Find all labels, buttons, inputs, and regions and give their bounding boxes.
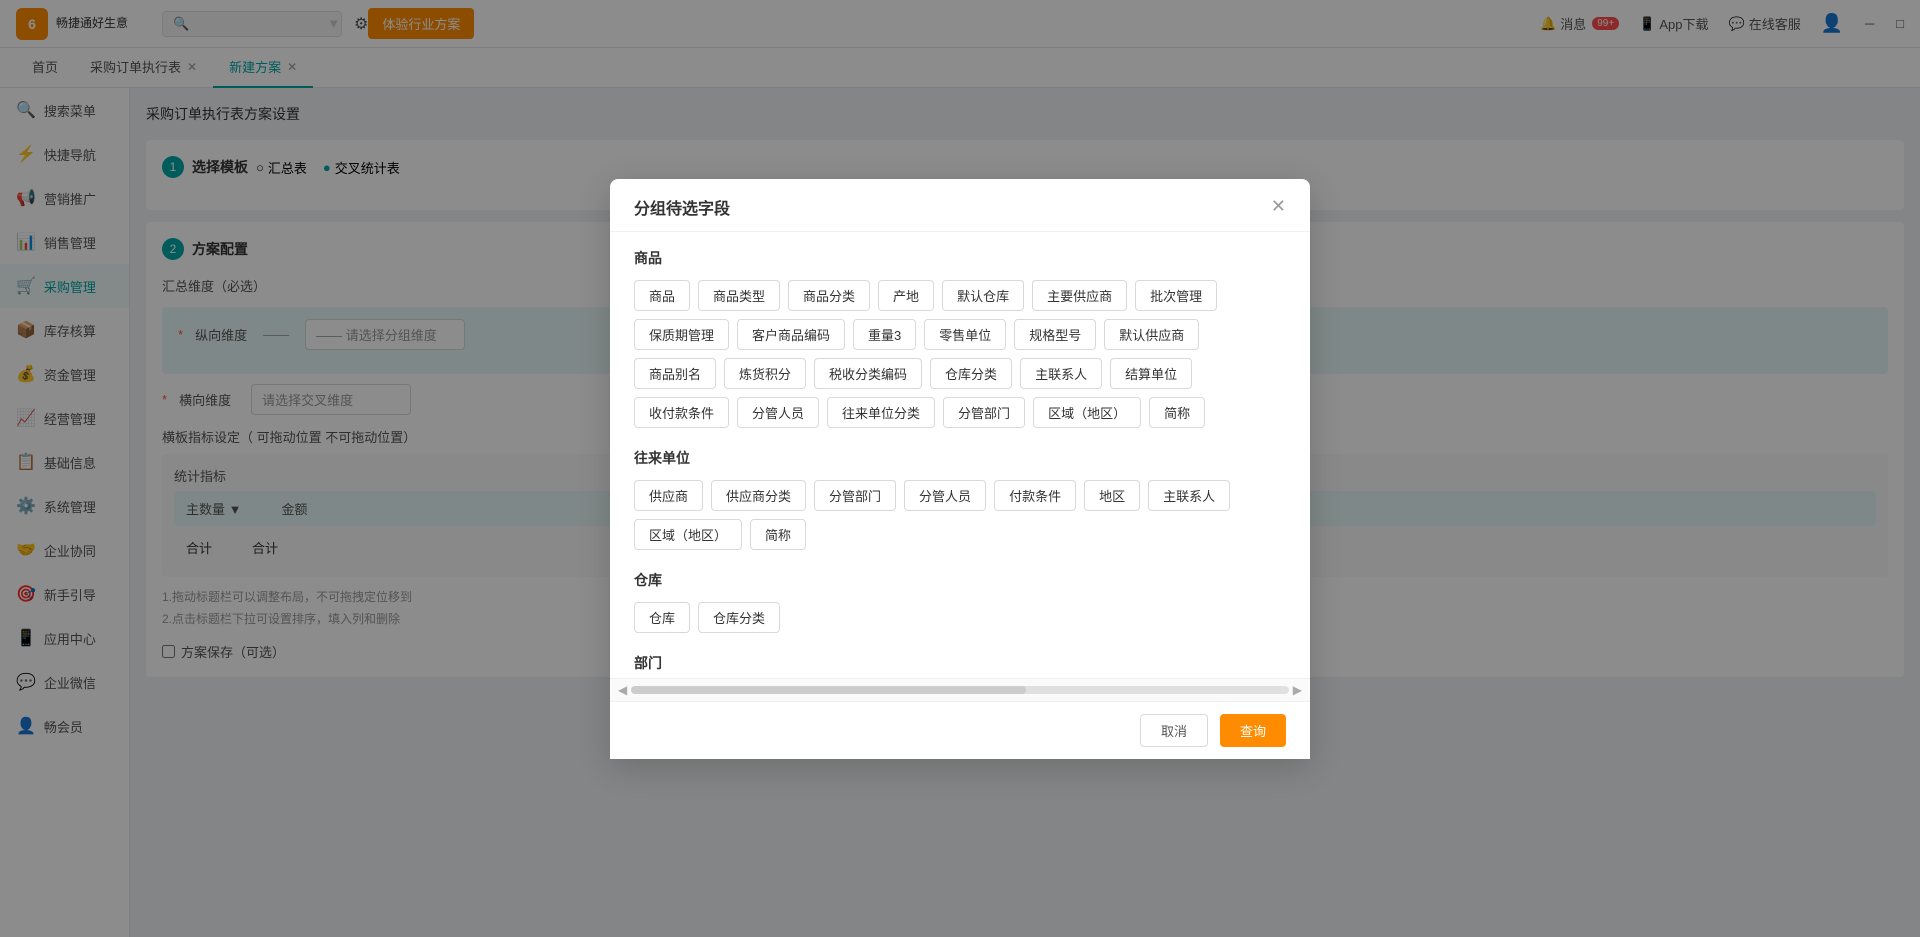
- field-tag[interactable]: 简称: [750, 519, 806, 550]
- field-tag[interactable]: 零售单位: [924, 319, 1006, 350]
- modal-header: 分组待选字段 ✕: [610, 179, 1310, 232]
- field-tag[interactable]: 商品分类: [788, 280, 870, 311]
- modal-hscrollbar[interactable]: ◀ ▶: [610, 678, 1310, 701]
- field-tag[interactable]: 仓库分类: [930, 358, 1012, 389]
- field-tag[interactable]: 分管部门: [943, 397, 1025, 428]
- group-title-goods: 商品: [634, 248, 1286, 268]
- field-tag[interactable]: 主联系人: [1148, 480, 1230, 511]
- field-group-warehouse: 仓库 仓库 仓库分类: [634, 570, 1286, 633]
- field-tag[interactable]: 仓库: [634, 602, 690, 633]
- field-tag[interactable]: 付款条件: [994, 480, 1076, 511]
- field-tag[interactable]: 商品类型: [698, 280, 780, 311]
- field-tags-goods: 商品 商品类型 商品分类 产地 默认仓库 主要供应商 批次管理 保质期管理 客户…: [634, 280, 1286, 428]
- modal-close-button[interactable]: ✕: [1271, 196, 1286, 217]
- group-title-partners: 往来单位: [634, 448, 1286, 468]
- hscroll-right-arrow[interactable]: ▶: [1293, 683, 1302, 697]
- field-group-goods: 商品 商品 商品类型 商品分类 产地 默认仓库 主要供应商 批次管理 保质期管理…: [634, 248, 1286, 428]
- hscroll-thumb[interactable]: [631, 686, 1026, 694]
- field-tag[interactable]: 主要供应商: [1032, 280, 1127, 311]
- field-tag[interactable]: 往来单位分类: [827, 397, 935, 428]
- cancel-button[interactable]: 取消: [1140, 714, 1208, 747]
- field-tag[interactable]: 简称: [1149, 397, 1205, 428]
- field-tag[interactable]: 分管人员: [737, 397, 819, 428]
- group-title-dept: 部门: [634, 653, 1286, 673]
- hscroll-track[interactable]: [631, 686, 1289, 694]
- modal-body: 商品 商品 商品类型 商品分类 产地 默认仓库 主要供应商 批次管理 保质期管理…: [610, 232, 1310, 678]
- field-tag[interactable]: 默认仓库: [942, 280, 1024, 311]
- field-tag[interactable]: 重量3: [853, 319, 916, 350]
- field-tag[interactable]: 炼货积分: [724, 358, 806, 389]
- field-tag[interactable]: 税收分类编码: [814, 358, 922, 389]
- field-tag[interactable]: 区域（地区）: [1033, 397, 1141, 428]
- field-select-modal: 分组待选字段 ✕ 商品 商品 商品类型 商品分类 产地 默认仓库 主要供应商 批…: [610, 179, 1310, 759]
- field-group-partners: 往来单位 供应商 供应商分类 分管部门 分管人员 付款条件 地区 主联系人 区域…: [634, 448, 1286, 550]
- field-tag[interactable]: 区域（地区）: [634, 519, 742, 550]
- field-tag[interactable]: 客户商品编码: [737, 319, 845, 350]
- field-tag[interactable]: 分管人员: [904, 480, 986, 511]
- field-tag[interactable]: 结算单位: [1110, 358, 1192, 389]
- modal-footer: 取消 查询: [610, 701, 1310, 759]
- field-tag[interactable]: 批次管理: [1135, 280, 1217, 311]
- confirm-button[interactable]: 查询: [1220, 714, 1286, 747]
- field-tag[interactable]: 收付款条件: [634, 397, 729, 428]
- field-tag[interactable]: 主联系人: [1020, 358, 1102, 389]
- field-tags-partners: 供应商 供应商分类 分管部门 分管人员 付款条件 地区 主联系人 区域（地区） …: [634, 480, 1286, 550]
- field-tag[interactable]: 规格型号: [1014, 319, 1096, 350]
- group-title-warehouse: 仓库: [634, 570, 1286, 590]
- field-tag[interactable]: 产地: [878, 280, 934, 311]
- field-tag[interactable]: 保质期管理: [634, 319, 729, 350]
- modal-title: 分组待选字段: [634, 195, 730, 219]
- field-tag[interactable]: 供应商分类: [711, 480, 806, 511]
- field-tags-warehouse: 仓库 仓库分类: [634, 602, 1286, 633]
- field-group-dept: 部门 部门: [634, 653, 1286, 678]
- field-tag[interactable]: 地区: [1084, 480, 1140, 511]
- field-tag[interactable]: 商品别名: [634, 358, 716, 389]
- field-tag[interactable]: 默认供应商: [1104, 319, 1199, 350]
- field-tag[interactable]: 分管部门: [814, 480, 896, 511]
- field-tag[interactable]: 仓库分类: [698, 602, 780, 633]
- field-tag[interactable]: 商品: [634, 280, 690, 311]
- hscroll-left-arrow[interactable]: ◀: [618, 683, 627, 697]
- field-tag[interactable]: 供应商: [634, 480, 703, 511]
